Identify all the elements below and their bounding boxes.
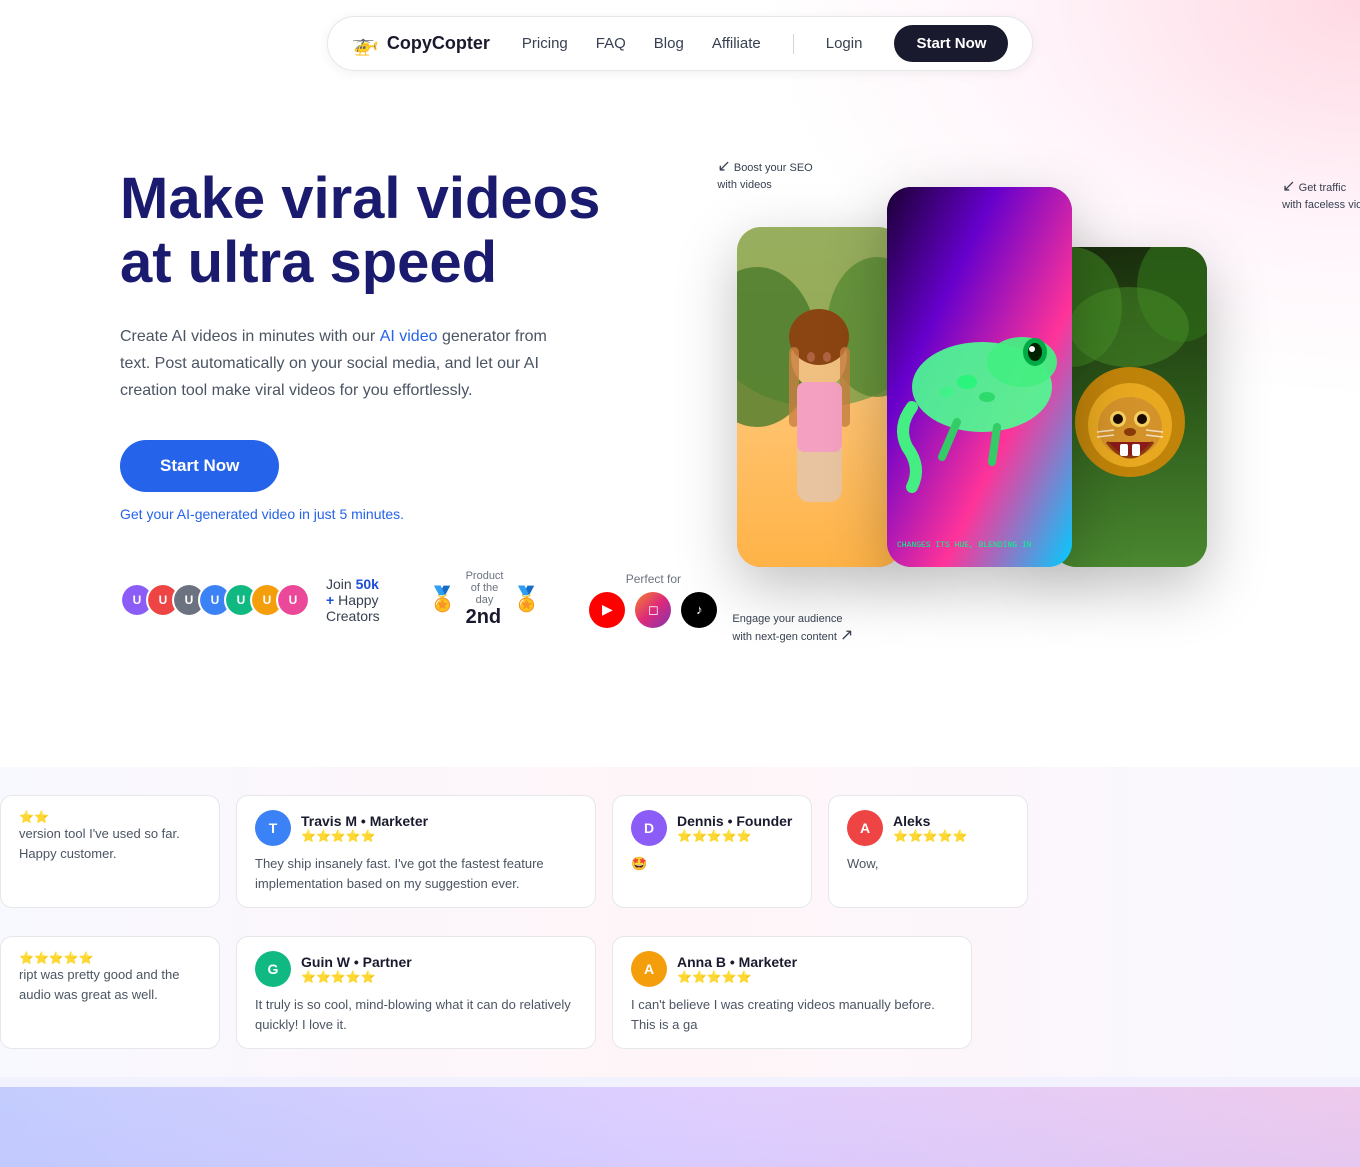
social-icons: ▶ ◻ ♪ — [589, 592, 717, 628]
youtube-icon[interactable]: ▶ — [589, 592, 625, 628]
stars: ⭐⭐⭐⭐⭐ — [677, 970, 797, 984]
social-proof: U U U U U U U Join 50k + Happy Creators … — [120, 570, 717, 629]
stars: ⭐⭐⭐⭐⭐ — [301, 829, 428, 843]
reviewer-avatar: T — [255, 810, 291, 846]
stars: ⭐⭐⭐⭐⭐ — [677, 829, 792, 843]
phone-card-right — [1052, 247, 1207, 567]
annotation-engage: Engage your audiencewith next-gen conten… — [732, 612, 853, 647]
reviews-row-1: ⭐⭐ version tool I've used so far. Happy … — [0, 787, 1360, 916]
nav-link-faq[interactable]: FAQ — [596, 35, 626, 52]
nav-divider — [793, 34, 794, 54]
phone-card-left — [737, 227, 902, 567]
logo-icon: 🚁 — [352, 31, 379, 57]
reviewer-header: D Dennis • Founder ⭐⭐⭐⭐⭐ — [631, 810, 793, 846]
reviewer-header: A Aleks ⭐⭐⭐⭐⭐ — [847, 810, 1009, 846]
review-card-guin: G Guin W • Partner ⭐⭐⭐⭐⭐ It truly is so … — [236, 936, 596, 1049]
instagram-icon[interactable]: ◻ — [635, 592, 671, 628]
reviewer-name: Aleks — [893, 813, 968, 829]
reviewer-name: Travis M • Marketer — [301, 813, 428, 829]
stars: ⭐⭐⭐⭐⭐ — [301, 970, 412, 984]
nav-link-affiliate[interactable]: Affiliate — [712, 35, 761, 52]
nav-start-button[interactable]: Start Now — [894, 25, 1008, 62]
review-card-travis: T Travis M • Marketer ⭐⭐⭐⭐⭐ They ship in… — [236, 795, 596, 908]
product-day-rank: 2nd — [466, 606, 504, 629]
hero-left: Make viral videos at ultra speed Create … — [120, 147, 717, 629]
review-card-partial-1: ⭐⭐ version tool I've used so far. Happy … — [0, 795, 220, 908]
stars: ⭐⭐ — [19, 810, 201, 824]
girl-screen — [737, 227, 902, 567]
nav-links: Pricing FAQ Blog Affiliate — [522, 35, 761, 52]
phone-card-center: CHANGES ITS HUE, BLENDING IN — [887, 187, 1072, 567]
product-of-day: 🏅 Product of the day 2nd 🏅 — [428, 570, 542, 629]
hero-title: Make viral videos at ultra speed — [120, 167, 717, 295]
nav-logo[interactable]: 🚁 CopyCopter — [352, 31, 490, 57]
stars: ⭐⭐⭐⭐⭐ — [893, 829, 968, 843]
reviewer-header: G Guin W • Partner ⭐⭐⭐⭐⭐ — [255, 951, 577, 987]
svg-text:CHANGES ITS HUE, BLENDING IN: CHANGES ITS HUE, BLENDING IN — [897, 541, 1032, 550]
review-text: 🤩 — [631, 854, 793, 874]
reviewer-name: Guin W • Partner — [301, 954, 412, 970]
reviewer-name: Anna B • Marketer — [677, 954, 797, 970]
hero-section: Make viral videos at ultra speed Create … — [0, 87, 1360, 767]
hero-description: Create AI videos in minutes with our AI … — [120, 323, 560, 405]
highlight-text: AI video — [380, 328, 438, 345]
reviewer-header: T Travis M • Marketer ⭐⭐⭐⭐⭐ — [255, 810, 577, 846]
bottom-gradient — [0, 1087, 1360, 1167]
review-text: It truly is so cool, mind-blowing what i… — [255, 995, 577, 1034]
review-card-anna: A Anna B • Marketer ⭐⭐⭐⭐⭐ I can't believ… — [612, 936, 972, 1049]
reviewer-name: Dennis • Founder — [677, 813, 792, 829]
review-card-partial-2: ⭐⭐⭐⭐⭐ ript was pretty good and the audio… — [0, 936, 220, 1049]
product-day-label: Product of the day — [466, 570, 504, 606]
laurel-right-icon: 🏅 — [512, 585, 542, 614]
review-text: Wow, — [847, 854, 1009, 874]
annotation-boost-seo: ↙ Boost your SEOwith videos — [717, 157, 812, 192]
navbar: 🚁 CopyCopter Pricing FAQ Blog Affiliate … — [0, 0, 1360, 87]
hero-visuals: ↙ Boost your SEOwith videos ↙ Get traffi… — [717, 147, 1280, 727]
logo-text: CopyCopter — [387, 33, 490, 54]
review-text: ript was pretty good and the audio was g… — [19, 965, 201, 1004]
hero-sub-link[interactable]: Get your AI-generated video in just 5 mi… — [120, 506, 717, 522]
login-button[interactable]: Login — [826, 35, 863, 52]
lion-screen — [1052, 247, 1207, 567]
reviews-row-2: ⭐⭐⭐⭐⭐ ript was pretty good and the audio… — [0, 928, 1360, 1057]
hero-start-button[interactable]: Start Now — [120, 440, 279, 492]
perfect-for: Perfect for ▶ ◻ ♪ — [589, 572, 717, 628]
reviewer-avatar: A — [847, 810, 883, 846]
tiktok-icon[interactable]: ♪ — [681, 592, 717, 628]
annotation-get-traffic: ↙ Get trafficwith faceless videos — [1282, 177, 1360, 212]
laurel-left-icon: 🏅 — [428, 585, 458, 614]
avatar-group: U U U U U U U — [120, 583, 310, 617]
review-card-aleks-partial: A Aleks ⭐⭐⭐⭐⭐ Wow, — [828, 795, 1028, 908]
reviewer-avatar: D — [631, 810, 667, 846]
nav-inner: 🚁 CopyCopter Pricing FAQ Blog Affiliate … — [327, 16, 1034, 71]
stars: ⭐⭐⭐⭐⭐ — [19, 951, 201, 965]
nav-link-pricing[interactable]: Pricing — [522, 35, 568, 52]
review-text: version tool I've used so far. Happy cus… — [19, 824, 201, 863]
review-text: I can't believe I was creating videos ma… — [631, 995, 953, 1034]
reviewer-avatar: A — [631, 951, 667, 987]
reviewer-header: A Anna B • Marketer ⭐⭐⭐⭐⭐ — [631, 951, 953, 987]
nav-link-blog[interactable]: Blog — [654, 35, 684, 52]
perfect-for-label: Perfect for — [589, 572, 717, 586]
chameleon-screen: CHANGES ITS HUE, BLENDING IN — [887, 187, 1072, 567]
review-text: They ship insanely fast. I've got the fa… — [255, 854, 577, 893]
reviews-section: ⭐⭐ version tool I've used so far. Happy … — [0, 767, 1360, 1077]
proof-text: Join 50k + Happy Creators — [326, 576, 380, 624]
reviewer-avatar: G — [255, 951, 291, 987]
review-card-dennis: D Dennis • Founder ⭐⭐⭐⭐⭐ 🤩 — [612, 795, 812, 908]
avatar: U — [276, 583, 310, 617]
